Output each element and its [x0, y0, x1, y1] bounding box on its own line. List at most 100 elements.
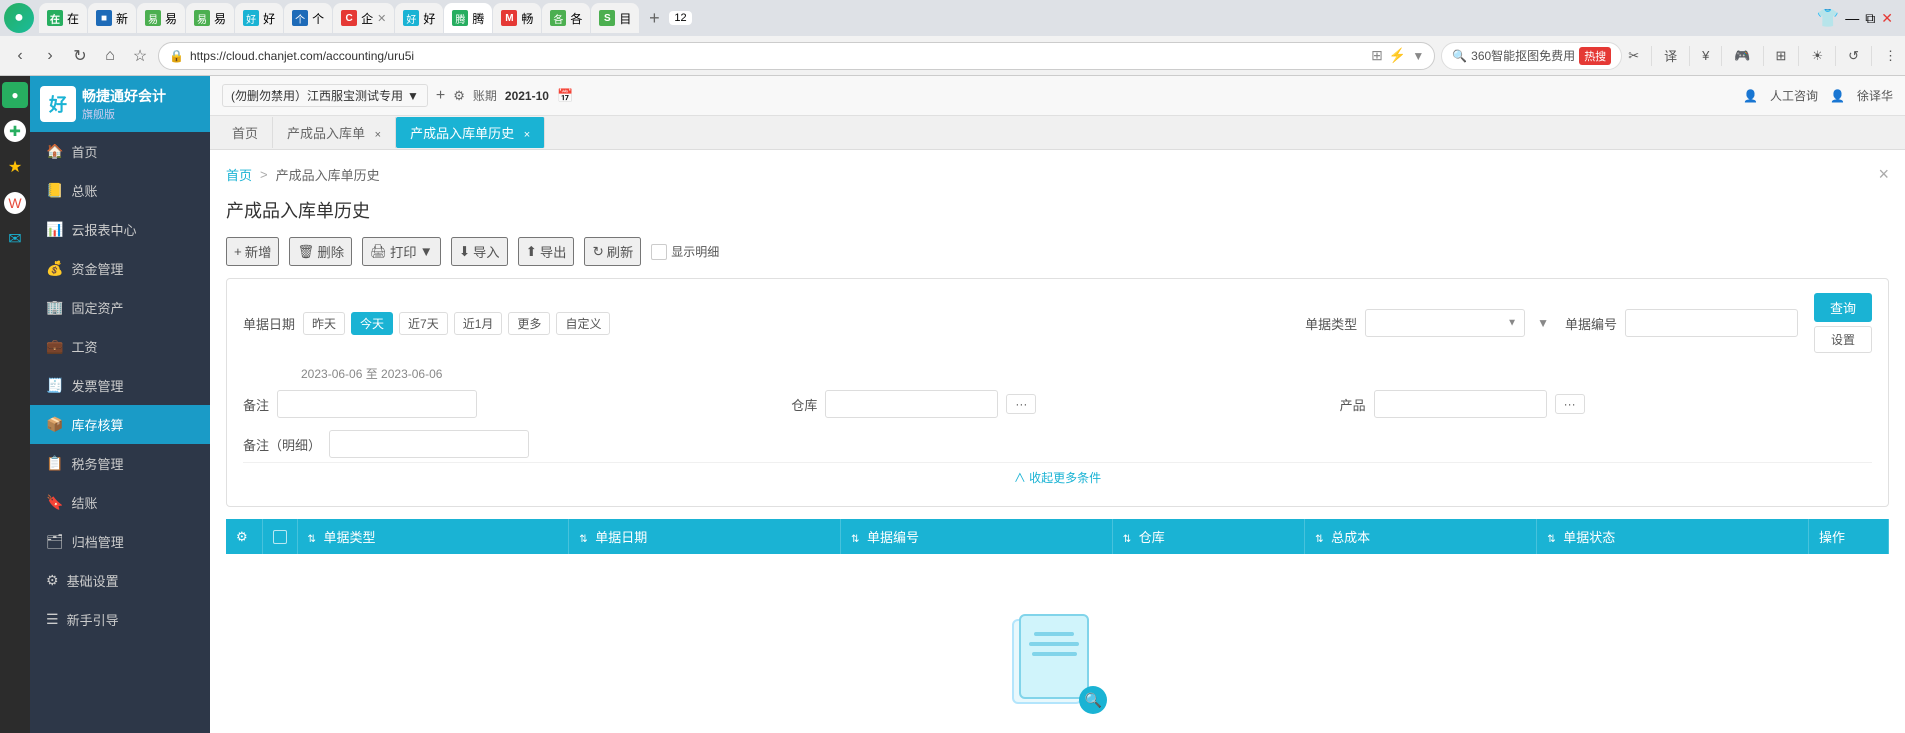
- browser-tab-10[interactable]: M 畅: [493, 3, 541, 33]
- number-input[interactable]: [1625, 309, 1798, 337]
- sidebar-item-assets[interactable]: 🏢 固定资产: [30, 288, 210, 327]
- calendar-icon[interactable]: 📅: [557, 88, 573, 104]
- show-detail-toggle[interactable]: 显示明细: [651, 243, 719, 260]
- tab-warehouse-history-close[interactable]: ×: [524, 129, 530, 141]
- sidebar-item-ledger[interactable]: 📒 总账: [30, 171, 210, 210]
- breadcrumb-home[interactable]: 首页: [226, 165, 252, 184]
- notes-detail-input[interactable]: [329, 430, 529, 458]
- date-btn-7days[interactable]: 近7天: [399, 312, 448, 335]
- company-dropdown-icon: ▼: [407, 89, 419, 103]
- app-icon-2[interactable]: ★: [2, 154, 28, 180]
- date-btn-yesterday[interactable]: 昨天: [303, 312, 345, 335]
- col-status[interactable]: ⇅ 单据状态: [1537, 519, 1809, 554]
- settings-button[interactable]: 设置: [1814, 326, 1872, 353]
- type-select[interactable]: [1365, 309, 1525, 337]
- col-date[interactable]: ⇅ 单据日期: [569, 519, 841, 554]
- tab-warehouse-list[interactable]: 产成品入库单 ×: [273, 117, 396, 148]
- sidebar-item-finance[interactable]: 💰 资金管理: [30, 249, 210, 288]
- add-button[interactable]: + 新增: [226, 237, 279, 266]
- tab-close-7[interactable]: ✕: [377, 12, 386, 25]
- import-button[interactable]: ⬇ 导入: [451, 237, 508, 266]
- browser-tab-9[interactable]: 腾 腾: [444, 3, 492, 33]
- tab-warehouse-list-close[interactable]: ×: [375, 129, 381, 141]
- browser-tab-2[interactable]: ■ 新: [88, 3, 136, 33]
- minimize-icon[interactable]: —: [1845, 10, 1859, 26]
- translate-tool[interactable]: 译: [1664, 46, 1677, 65]
- app-icon-1[interactable]: ✚: [2, 118, 28, 144]
- sidebar-item-guide[interactable]: ☰ 新手引导: [30, 600, 210, 639]
- sidebar-item-archive[interactable]: 🗂 归档管理: [30, 522, 210, 561]
- date-btn-today[interactable]: 今天: [351, 312, 393, 335]
- new-tab-button[interactable]: +: [640, 4, 668, 32]
- col-number[interactable]: ⇅ 单据编号: [841, 519, 1113, 554]
- maximize-icon[interactable]: ⧉: [1865, 10, 1875, 27]
- warehouse-more-btn[interactable]: ···: [1006, 394, 1036, 414]
- product-input[interactable]: [1374, 390, 1547, 418]
- browser-tab-8[interactable]: 好 好: [395, 3, 443, 33]
- empty-row: 🔍: [226, 554, 1889, 733]
- sidebar-item-reports[interactable]: 📊 云报表中心: [30, 210, 210, 249]
- home-button[interactable]: ⌂: [98, 44, 122, 68]
- back-button[interactable]: ‹: [8, 44, 32, 68]
- date-btn-more[interactable]: 更多: [508, 312, 550, 335]
- close-page-btn[interactable]: ×: [1878, 164, 1889, 185]
- col-cost[interactable]: ⇅ 总成本: [1305, 519, 1537, 554]
- query-button[interactable]: 查询: [1814, 293, 1872, 322]
- sidebar-item-invoice[interactable]: 🧾 发票管理: [30, 366, 210, 405]
- show-detail-checkbox[interactable]: [651, 244, 667, 260]
- url-bar[interactable]: 🔒 https://cloud.chanjet.com/accounting/u…: [158, 42, 1435, 70]
- currency-tool[interactable]: ¥: [1702, 48, 1709, 63]
- collapse-row[interactable]: ∧ 收起更多条件: [243, 462, 1872, 492]
- tab-warehouse-history[interactable]: 产成品入库单历史 ×: [396, 117, 545, 148]
- browser-tab-3[interactable]: 易 易: [137, 3, 185, 33]
- sidebar-item-settings[interactable]: ⚙ 基础设置: [30, 561, 210, 600]
- search-bar[interactable]: 🔍 360智能抠图免费用 热搜: [1441, 42, 1622, 70]
- company-selector[interactable]: (勿删勿禁用）江西服宝测试专用 ▼: [222, 84, 428, 107]
- undo-tool[interactable]: ↺: [1848, 48, 1859, 64]
- game-tool[interactable]: 🎮: [1734, 48, 1750, 64]
- username[interactable]: 徐译华: [1857, 87, 1893, 104]
- notes-input[interactable]: [277, 390, 477, 418]
- forward-button[interactable]: ›: [38, 44, 62, 68]
- date-btn-1month[interactable]: 近1月: [454, 312, 503, 335]
- print-button[interactable]: 🖨 打印 ▼: [362, 237, 441, 266]
- sidebar-item-tax[interactable]: 📋 税务管理: [30, 444, 210, 483]
- tab-home[interactable]: 首页: [218, 117, 273, 148]
- col-settings[interactable]: ⚙: [226, 519, 262, 554]
- export-button[interactable]: ⬆ 导出: [518, 237, 575, 266]
- more-tool[interactable]: ⋮: [1884, 48, 1897, 64]
- date-btn-custom[interactable]: 自定义: [556, 312, 610, 335]
- close-window-icon[interactable]: ✕: [1881, 10, 1893, 27]
- shirt-icon[interactable]: 👕: [1817, 8, 1839, 29]
- refresh-button[interactable]: ↻ 刷新: [584, 237, 641, 266]
- sidebar-item-inventory[interactable]: 📦 库存核算: [30, 405, 210, 444]
- scissors-tool[interactable]: ✂: [1628, 48, 1639, 64]
- theme-tool[interactable]: ☀: [1811, 48, 1823, 64]
- col-warehouse[interactable]: ⇅ 仓库: [1112, 519, 1304, 554]
- sidebar-item-home[interactable]: 🏠 首页: [30, 132, 210, 171]
- browser-tab-12[interactable]: S 目: [591, 3, 639, 33]
- sidebar-item-payroll[interactable]: 💼 工资: [30, 327, 210, 366]
- refresh-button[interactable]: ↻: [68, 44, 92, 68]
- warehouse-input[interactable]: [825, 390, 998, 418]
- add-company-btn[interactable]: +: [436, 87, 445, 105]
- browser-tab-7[interactable]: C 企 ✕: [333, 3, 394, 33]
- delete-button[interactable]: 🗑 删除: [289, 237, 352, 266]
- app-icon-main[interactable]: ●: [2, 82, 28, 108]
- col-type[interactable]: ⇅ 单据类型: [297, 519, 569, 554]
- browser-tab-1[interactable]: 在 在: [39, 3, 87, 33]
- col-checkbox[interactable]: [262, 519, 297, 554]
- browser-tab-6[interactable]: 个 个: [284, 3, 332, 33]
- user-service-label[interactable]: 人工咨询: [1770, 87, 1818, 104]
- sidebar-item-checkout[interactable]: 🔖 结账: [30, 483, 210, 522]
- header-checkbox[interactable]: [273, 530, 287, 544]
- bookmark-button[interactable]: ☆: [128, 44, 152, 68]
- company-settings-icon[interactable]: ⚙: [453, 88, 465, 104]
- product-more-btn[interactable]: ···: [1555, 394, 1585, 414]
- grid-tool[interactable]: ⊞: [1776, 48, 1787, 64]
- app-icon-4[interactable]: ✉: [2, 226, 28, 252]
- app-icon-3[interactable]: W: [2, 190, 28, 216]
- browser-tab-11[interactable]: 各 各: [542, 3, 590, 33]
- browser-tab-5[interactable]: 好 好: [235, 3, 283, 33]
- browser-tab-4[interactable]: 易 易: [186, 3, 234, 33]
